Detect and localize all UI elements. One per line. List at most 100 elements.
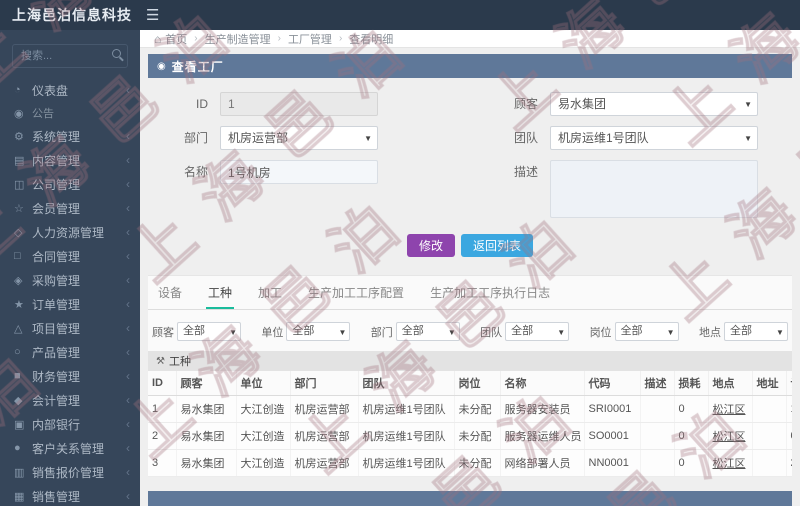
sidebar-item-1[interactable]: ◉ 公告 (0, 102, 140, 124)
cell-r1-c12: 0.00 (786, 422, 792, 450)
sidebar-item-13[interactable]: ◆ 会计管理 ‹ (0, 388, 140, 412)
panel-header: ◉ 查看工厂 (148, 54, 792, 78)
chevron-down-icon: ▼ (338, 328, 347, 337)
sidebar-item-label: 采购管理 (32, 273, 81, 288)
sidebar-item-16[interactable]: ▥ 销售报价管理 ‹ (0, 460, 140, 484)
filter-select-2[interactable]: 全部 ▼ (395, 322, 460, 341)
chevron-down-icon: ▼ (447, 328, 456, 337)
cell-r0-c7: SRI0001 (584, 395, 641, 423)
sidebar-item-0[interactable]: ◔ 仪表盘 ‹ (0, 78, 140, 102)
cell-r1-c11 (752, 422, 787, 450)
filter-select-1[interactable]: 全部 ▼ (286, 322, 351, 341)
cell-r2-c10[interactable]: 松江区 (708, 449, 753, 477)
panel-title: 查看工厂 (171, 59, 224, 74)
chevron-icon: ‹ (126, 153, 130, 167)
sidebar-item-3[interactable]: ▤ 内容管理 ‹ (0, 148, 140, 172)
customer-select[interactable]: 易水集团 ▼ (550, 92, 758, 116)
filter-0: 顾客 全部 ▼ (152, 322, 241, 341)
cell-r0-c2: 大江创造 (236, 395, 291, 423)
search-icon[interactable] (112, 49, 121, 58)
filter-label: 岗位 (589, 326, 612, 339)
cell-r2-c7: NN0001 (584, 449, 641, 477)
sidebar-item-14[interactable]: ▣ 内部银行 ‹ (0, 412, 140, 436)
chevron-down-icon: ▼ (776, 328, 784, 337)
cell-r1-c6: 服务器运维人员 (500, 422, 585, 450)
column-header-9[interactable]: 损耗 (674, 371, 709, 396)
sidebar-item-label: 销售管理 (32, 489, 81, 504)
sidebar-item-9[interactable]: ★ 订单管理 ‹ (0, 292, 140, 316)
column-header-10[interactable]: 地点 (708, 371, 753, 396)
search-input[interactable] (12, 44, 128, 68)
id-field[interactable] (220, 92, 378, 116)
sidebar-item-label: 公司管理 (32, 177, 81, 192)
filter-select-5[interactable]: 全部 ▼ (723, 322, 788, 341)
dashboard-icon: ◔ (14, 84, 21, 96)
sidebar-item-label: 销售报价管理 (32, 465, 105, 480)
column-header-4[interactable]: 团队 (358, 371, 455, 396)
column-header-0[interactable]: ID (148, 371, 177, 396)
cell-r1-c4: 机房运维1号团队 (358, 422, 455, 450)
modify-button[interactable]: 修改 (406, 234, 455, 257)
hamburger-icon[interactable]: ☰ (146, 6, 159, 24)
breadcrumb-item-2[interactable]: 工厂管理 (288, 31, 332, 47)
content-icon: ▤ (14, 154, 25, 167)
cell-r2-c3: 机房运营部 (290, 449, 359, 477)
sidebar-item-8[interactable]: ◈ 采购管理 ‹ (0, 268, 140, 292)
sidebar-item-11[interactable]: ○ 产品管理 ‹ (0, 340, 140, 364)
breadcrumb-item-1[interactable]: 生产制造管理 (205, 31, 271, 47)
cell-r0-c10[interactable]: 松江区 (708, 395, 753, 423)
filter-select-0[interactable]: 全部 ▼ (177, 322, 241, 341)
view-factory-form: ID 顾客 易水集团 ▼ 部门 机房运营部 ▼ (148, 78, 792, 275)
filter-label: 团队 (480, 326, 503, 339)
name-field[interactable] (220, 160, 378, 184)
tab-3[interactable]: 生产加工工序配置 (306, 276, 406, 309)
sidebar-item-5[interactable]: ☆ 会员管理 ‹ (0, 196, 140, 220)
breadcrumb-item-0[interactable]: 首页 (165, 31, 187, 47)
tab-4[interactable]: 生产加工工序执行日志 (428, 276, 552, 309)
filter-select-value: 全部 (401, 325, 424, 337)
department-select[interactable]: 机房运营部 ▼ (220, 126, 378, 150)
filter-5: 地点 全部 ▼ (699, 322, 788, 341)
column-header-3[interactable]: 部门 (290, 371, 359, 396)
cell-r2-c0: 3 (148, 449, 177, 477)
back-to-list-button[interactable]: 返回列表 (461, 234, 534, 257)
sidebar-item-label: 产品管理 (32, 345, 81, 360)
column-header-12[interactable]: 计件人力成本 (786, 371, 792, 396)
filter-select-value: 全部 (620, 325, 643, 337)
column-header-11[interactable]: 地址 (752, 371, 787, 396)
column-header-1[interactable]: 顾客 (176, 371, 237, 396)
cell-r1-c3: 机房运营部 (290, 422, 359, 450)
cell-r2-c8 (640, 449, 675, 477)
column-header-6[interactable]: 名称 (500, 371, 585, 396)
tab-0[interactable]: 设备 (156, 276, 184, 309)
cell-r1-c10[interactable]: 松江区 (708, 422, 753, 450)
cell-r0-c11 (752, 395, 787, 423)
chevron-down-icon: ▼ (557, 328, 566, 337)
sidebar-item-4[interactable]: ◫ 公司管理 ‹ (0, 172, 140, 196)
worktype-section-bar: ⚒ 工种 (148, 351, 792, 371)
tab-2[interactable]: 加工 (256, 276, 284, 309)
sidebar-item-label: 项目管理 (32, 321, 81, 336)
cell-r1-c0: 2 (148, 422, 177, 450)
sidebar-item-label: 系统管理 (32, 129, 81, 144)
filter-select-4[interactable]: 全部 ▼ (614, 322, 679, 341)
column-header-2[interactable]: 单位 (236, 371, 291, 396)
column-header-7[interactable]: 代码 (584, 371, 641, 396)
sidebar-item-6[interactable]: ◇ 人力资源管理 ‹ (0, 220, 140, 244)
filter-select-3[interactable]: 全部 ▼ (505, 322, 570, 341)
sidebar-item-2[interactable]: ⚙ 系统管理 ‹ (0, 124, 140, 148)
breadcrumb-separator: › (194, 33, 198, 44)
sidebar-item-12[interactable]: ■ 财务管理 ‹ (0, 364, 140, 388)
column-header-5[interactable]: 岗位 (454, 371, 501, 396)
breadcrumb-item-3[interactable]: 查看明细 (349, 31, 393, 47)
sidebar-item-15[interactable]: ● 客户关系管理 ‹ (0, 436, 140, 460)
description-field[interactable] (550, 160, 758, 218)
team-select[interactable]: 机房运维1号团队 ▼ (550, 126, 758, 150)
sidebar-item-17[interactable]: ▦ 销售管理 ‹ (0, 484, 140, 506)
sidebar-item-10[interactable]: △ 项目管理 ‹ (0, 316, 140, 340)
column-header-8[interactable]: 描述 (640, 371, 675, 396)
tab-1[interactable]: 工种 (206, 276, 235, 309)
sidebar-item-7[interactable]: □ 合同管理 ‹ (0, 244, 140, 268)
cell-r1-c5: 未分配 (454, 422, 501, 450)
cell-r0-c1: 易水集团 (176, 395, 237, 423)
